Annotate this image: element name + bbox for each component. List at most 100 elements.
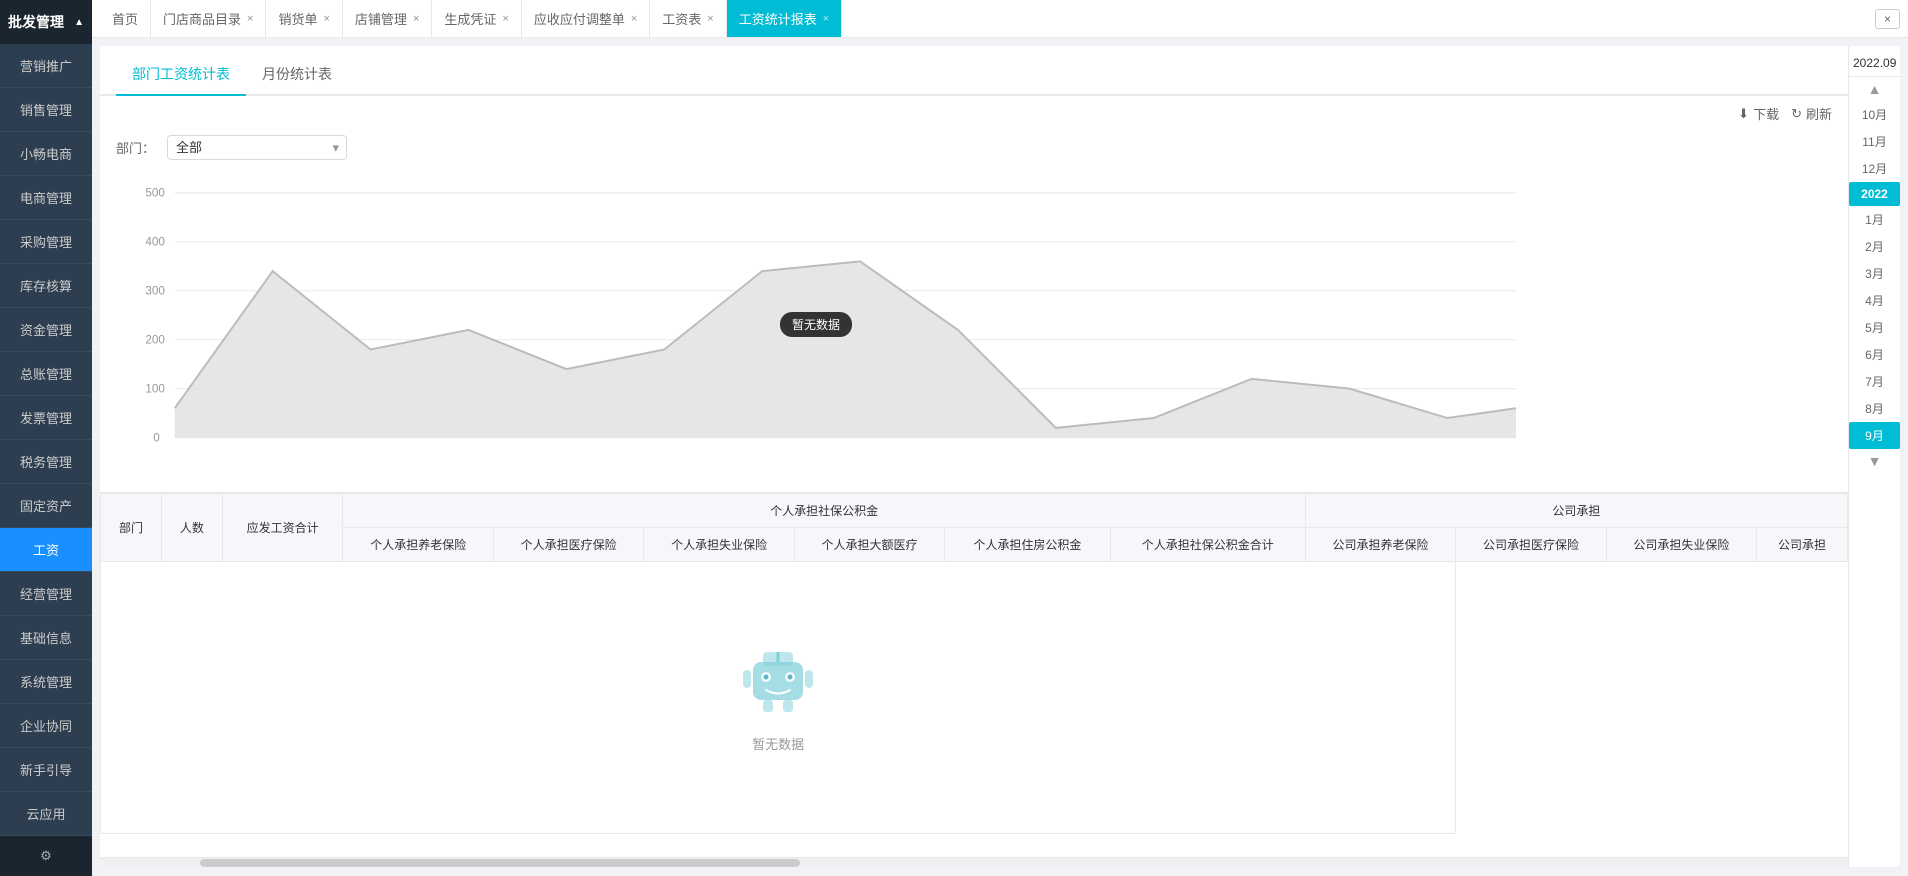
close-all-icon: × [1884,12,1891,26]
col-personal-major-medical: 个人承担大额医疗 [794,528,944,562]
sidebar-item-basic[interactable]: 基础信息 [0,616,92,660]
date-month-4月[interactable]: 4月 [1849,287,1900,314]
sidebar-toggle-icon: ▲ [74,17,84,28]
horizontal-scrollbar[interactable] [100,857,1848,867]
date-month-5月[interactable]: 5月 [1849,314,1900,341]
svg-text:400: 400 [145,236,165,249]
date-nav-down[interactable]: ▼ [1864,449,1886,473]
sidebar-item-cloud[interactable]: 云应用 [0,792,92,836]
col-personal-total: 个人承担社保公积金合计 [1110,528,1305,562]
sidebar-item-ecommerce[interactable]: 电商管理 [0,176,92,220]
date-month-3月[interactable]: 3月 [1849,260,1900,287]
inner-page: 部门工资统计表月份统计表 ⬇ 下载 ↻ 刷新 部门： 全部销售部财务部行政部技术… [100,46,1848,867]
col-company-medical: 公司承担医疗保险 [1456,528,1606,562]
col-dept: 部门 [101,494,162,562]
col-company-other: 公司承担 [1757,528,1848,562]
tab-bar: 首页门店商品目录×销货单×店铺管理×生成凭证×应收应付调整单×工资表×工资统计报… [92,0,1908,38]
date-month-8月[interactable]: 8月 [1849,395,1900,422]
refresh-icon: ↻ [1791,106,1802,122]
sidebar-item-inventory[interactable]: 库存核算 [0,264,92,308]
tab-label-generate-voucher: 生成凭证 [444,9,496,28]
sidebar-item-ledger[interactable]: 总账管理 [0,352,92,396]
date-month-7月[interactable]: 7月 [1849,368,1900,395]
sidebar-item-sales[interactable]: 销售管理 [0,88,92,132]
col-total-salary: 应发工资合计 [222,494,343,562]
sidebar-footer-settings[interactable]: ⚙ [0,836,92,876]
col-company-unemployment: 公司承担失业保险 [1606,528,1756,562]
tab-close-payroll[interactable]: × [707,13,713,25]
svg-text:100: 100 [145,383,165,396]
date-month-1月[interactable]: 1月 [1849,206,1900,233]
dept-filter-label: 部门： [116,138,155,157]
data-table: 部门 人数 应发工资合计 个人承担社保公积金 公司承担 个人承担养老保险 个人承… [100,493,1848,834]
sidebar-item-ecommerce-small[interactable]: 小畅电商 [0,132,92,176]
sidebar: 批发管理 ▲ 营销推广销售管理小畅电商电商管理采购管理库存核算资金管理总账管理发… [0,0,92,875]
sidebar-item-purchase[interactable]: 采购管理 [0,220,92,264]
sidebar-item-system[interactable]: 系统管理 [0,660,92,704]
sub-tab-dept-stats[interactable]: 部门工资统计表 [116,58,246,96]
tab-store-catalog[interactable]: 门店商品目录 × [151,0,266,37]
col-personal-unemployment: 个人承担失业保险 [644,528,794,562]
close-all-button[interactable]: × [1875,9,1900,29]
chart-tooltip-text: 暂无数据 [792,318,840,332]
date-month-9月[interactable]: 9月 [1849,422,1900,449]
date-month-11月[interactable]: 11月 [1849,128,1900,155]
download-icon: ⬇ [1738,106,1749,122]
refresh-button[interactable]: ↻ 刷新 [1791,104,1832,123]
tab-label-sales-order: 销货单 [278,9,317,28]
tab-close-store-catalog[interactable]: × [247,13,253,25]
col-personal-medical: 个人承担医疗保险 [493,528,643,562]
filter-row: 部门： 全部销售部财务部行政部技术部 [100,131,1848,172]
svg-text:0: 0 [153,432,160,445]
date-year-2022[interactable]: 2022 [1849,182,1900,206]
date-month-6月[interactable]: 6月 [1849,341,1900,368]
tab-label-home: 首页 [112,9,138,28]
sidebar-item-marketing[interactable]: 营销推广 [0,44,92,88]
sub-tab-monthly-stats[interactable]: 月份统计表 [246,58,348,96]
tab-receivables[interactable]: 应收应付调整单 × [522,0,650,37]
svg-text:500: 500 [145,187,165,200]
dept-select[interactable]: 全部销售部财务部行政部技术部 [167,135,347,160]
empty-icon [738,642,818,722]
sidebar-item-cooperation[interactable]: 企业协同 [0,704,92,748]
empty-text: 暂无数据 [752,734,804,753]
tab-generate-voucher[interactable]: 生成凭证 × [432,0,521,37]
sidebar-item-finance[interactable]: 资金管理 [0,308,92,352]
tab-label-payroll-stats: 工资统计报表 [739,9,817,28]
date-month-2月[interactable]: 2月 [1849,233,1900,260]
tab-close-payroll-stats[interactable]: × [823,13,829,25]
tab-sales-order[interactable]: 销货单 × [266,0,342,37]
sidebar-item-guide[interactable]: 新手引导 [0,748,92,792]
tab-payroll-stats[interactable]: 工资统计报表 × [727,0,842,37]
tab-label-receivables: 应收应付调整单 [534,9,625,28]
col-group-company: 公司承担 [1305,494,1847,528]
col-group-personal: 个人承担社保公积金 [343,494,1305,528]
date-month-12月[interactable]: 12月 [1849,155,1900,182]
tab-label-store-catalog: 门店商品目录 [163,9,241,28]
dept-select-wrapper: 全部销售部财务部行政部技术部 [167,135,347,160]
sidebar-item-operations[interactable]: 经营管理 [0,572,92,616]
tab-bar-right: × [1875,9,1908,29]
sidebar-item-assets[interactable]: 固定资产 [0,484,92,528]
tab-payroll[interactable]: 工资表× [650,0,726,37]
data-table-wrapper[interactable]: 部门 人数 应发工资合计 个人承担社保公积金 公司承担 个人承担养老保险 个人承… [100,492,1848,857]
date-nav-up[interactable]: ▲ [1864,77,1886,101]
col-headcount: 人数 [161,494,222,562]
scrollbar-thumb[interactable] [200,859,800,867]
refresh-label: 刷新 [1806,104,1832,123]
tab-close-sales-order[interactable]: × [323,13,329,25]
sidebar-item-tax[interactable]: 税务管理 [0,440,92,484]
sidebar-header[interactable]: 批发管理 ▲ [0,0,92,44]
sidebar-title: 批发管理 [8,12,64,32]
sidebar-item-salary[interactable]: 工资 [0,528,92,572]
chart-tooltip: 暂无数据 [780,312,852,337]
tab-close-receivables[interactable]: × [631,13,637,25]
settings-icon: ⚙ [40,848,52,863]
sidebar-item-invoice[interactable]: 发票管理 [0,396,92,440]
date-month-10月[interactable]: 10月 [1849,101,1900,128]
download-button[interactable]: ⬇ 下载 [1738,104,1779,123]
tab-home[interactable]: 首页 [100,0,151,37]
tab-close-store-mgmt[interactable]: × [413,13,419,25]
tab-store-mgmt[interactable]: 店铺管理× [343,0,432,37]
tab-close-generate-voucher[interactable]: × [502,13,508,25]
